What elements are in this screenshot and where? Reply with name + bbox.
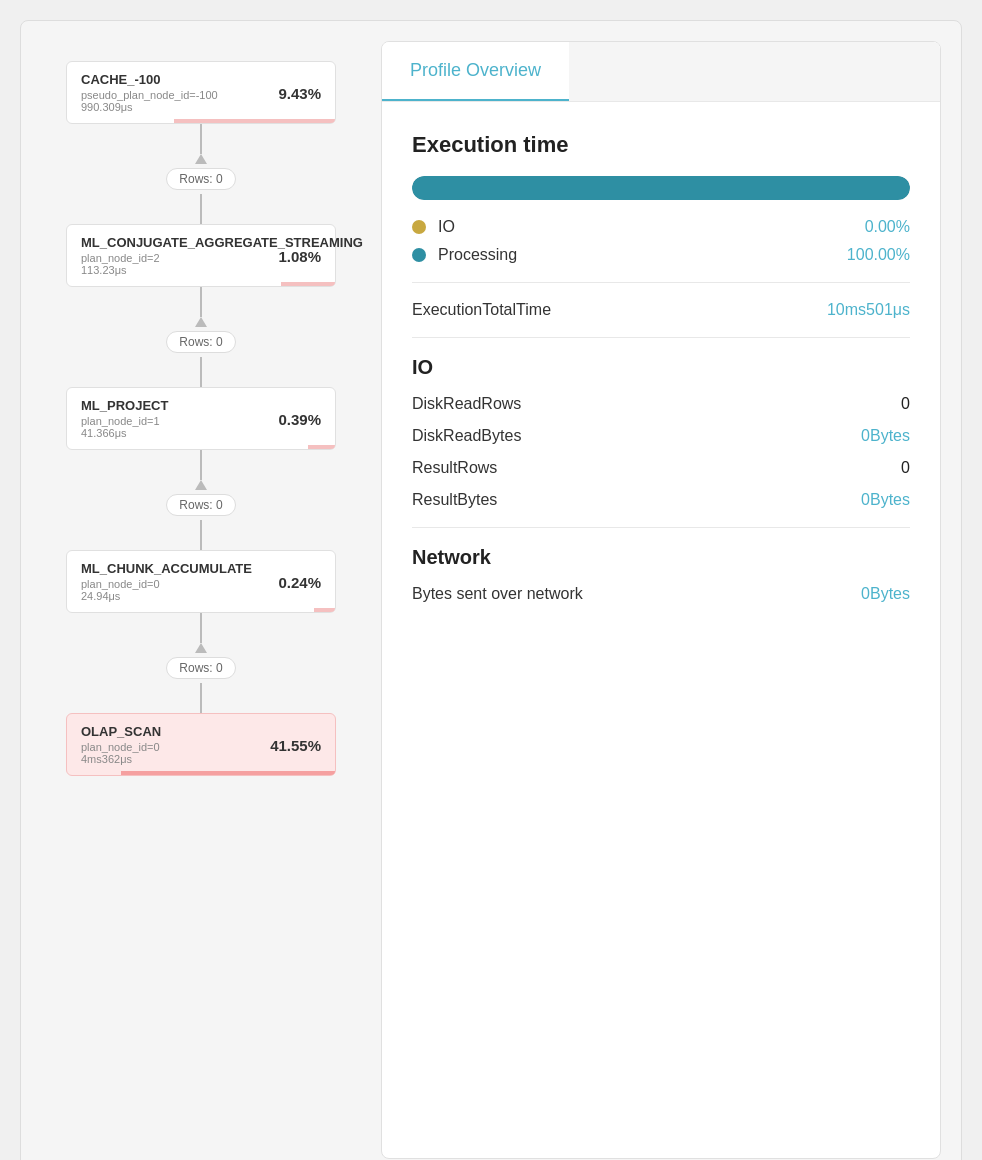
disk-read-rows-row: DiskReadRows 0 [412,395,910,413]
arrow-connector-4: Rows: 0 [166,613,235,713]
bytes-sent-row: Bytes sent over network 0Bytes [412,585,910,603]
legend-io: IO 0.00% [412,218,910,236]
execution-total-row: ExecutionTotalTime 10ms501μs [412,301,910,319]
processing-value: 100.00% [847,246,910,264]
execution-time-title: Execution time [412,132,910,158]
rows-badge-4: Rows: 0 [166,657,235,679]
result-rows-label: ResultRows [412,459,901,477]
node-percent-cache: 9.43% [278,84,321,101]
tab-secondary[interactable] [569,42,940,101]
node-bar-cache [174,119,335,123]
arrow-head-1 [195,154,207,164]
tab-profile-overview[interactable]: Profile Overview [382,42,569,101]
arrow-connector-2: Rows: 0 [166,287,235,387]
node-percent-ml-conjugate: 1.08% [278,247,321,264]
node-meta2-ml-project: 41.366μs [81,427,321,439]
arrow-head-4 [195,643,207,653]
node-card-ml-chunk[interactable]: ML_CHUNK_ACCUMULATE plan_node_id=0 24.94… [66,550,336,613]
disk-read-rows-value: 0 [901,395,910,413]
arrow-line-4 [200,613,202,643]
arrow-line-3 [200,450,202,480]
node-bar-ml-conjugate [281,282,335,286]
node-bar-olap-scan [121,771,335,775]
node-percent-olap-scan: 41.55% [270,736,321,753]
arrow-line-3b [200,520,202,550]
processing-label: Processing [438,246,847,264]
node-card-cache[interactable]: CACHE_-100 pseudo_plan_node_id=-100 990.… [66,61,336,124]
node-meta2-olap-scan: 4ms362μs [81,753,321,765]
rows-badge-3: Rows: 0 [166,494,235,516]
result-bytes-value: 0Bytes [861,491,910,509]
arrow-connector-1: Rows: 0 [166,124,235,224]
network-section-title: Network [412,546,910,569]
node-percent-ml-project: 0.39% [278,410,321,427]
node-bar-ml-project [308,445,335,449]
execution-total-label: ExecutionTotalTime [412,301,827,319]
result-bytes-row: ResultBytes 0Bytes [412,491,910,509]
arrow-line-4b [200,683,202,713]
main-container: CACHE_-100 pseudo_plan_node_id=-100 990.… [20,20,962,1160]
node-bar-ml-chunk [314,608,335,612]
progress-bar-container [412,176,910,200]
disk-read-bytes-label: DiskReadBytes [412,427,861,445]
profile-content: Execution time IO 0.00% Processing 100.0… [382,102,940,647]
disk-read-rows-label: DiskReadRows [412,395,901,413]
arrow-head-2 [195,317,207,327]
result-rows-row: ResultRows 0 [412,459,910,477]
rows-badge-1: Rows: 0 [166,168,235,190]
io-label: IO [438,218,865,236]
node-meta2-ml-conjugate: 113.23μs [81,264,321,276]
node-card-ml-conjugate[interactable]: ML_CONJUGATE_AGGREGATE_STREAMING plan_no… [66,224,336,287]
arrow-head-3 [195,480,207,490]
arrow-line-1b [200,194,202,224]
left-panel: CACHE_-100 pseudo_plan_node_id=-100 990.… [41,41,361,1159]
divider-1 [412,282,910,283]
arrow-connector-3: Rows: 0 [166,450,235,550]
tabs-bar: Profile Overview [382,42,940,102]
node-percent-ml-chunk: 0.24% [278,573,321,590]
right-panel: Profile Overview Execution time IO 0.00%… [381,41,941,1159]
disk-read-bytes-row: DiskReadBytes 0Bytes [412,427,910,445]
io-section-title: IO [412,356,910,379]
arrow-line-2 [200,287,202,317]
disk-read-bytes-value: 0Bytes [861,427,910,445]
divider-2 [412,337,910,338]
execution-total-value: 10ms501μs [827,301,910,319]
result-bytes-label: ResultBytes [412,491,861,509]
result-rows-value: 0 [901,459,910,477]
io-dot [412,220,426,234]
node-meta2-ml-chunk: 24.94μs [81,590,321,602]
bytes-sent-value: 0Bytes [861,585,910,603]
node-card-ml-project[interactable]: ML_PROJECT plan_node_id=1 41.366μs 0.39% [66,387,336,450]
processing-dot [412,248,426,262]
node-card-olap-scan[interactable]: OLAP_SCAN plan_node_id=0 4ms362μs 41.55% [66,713,336,776]
progress-bar-fill [412,176,910,200]
divider-3 [412,527,910,528]
legend-processing: Processing 100.00% [412,246,910,264]
bytes-sent-label: Bytes sent over network [412,585,861,603]
io-value: 0.00% [865,218,910,236]
arrow-line-2b [200,357,202,387]
rows-badge-2: Rows: 0 [166,331,235,353]
arrow-line-1 [200,124,202,154]
node-meta2-cache: 990.309μs [81,101,321,113]
